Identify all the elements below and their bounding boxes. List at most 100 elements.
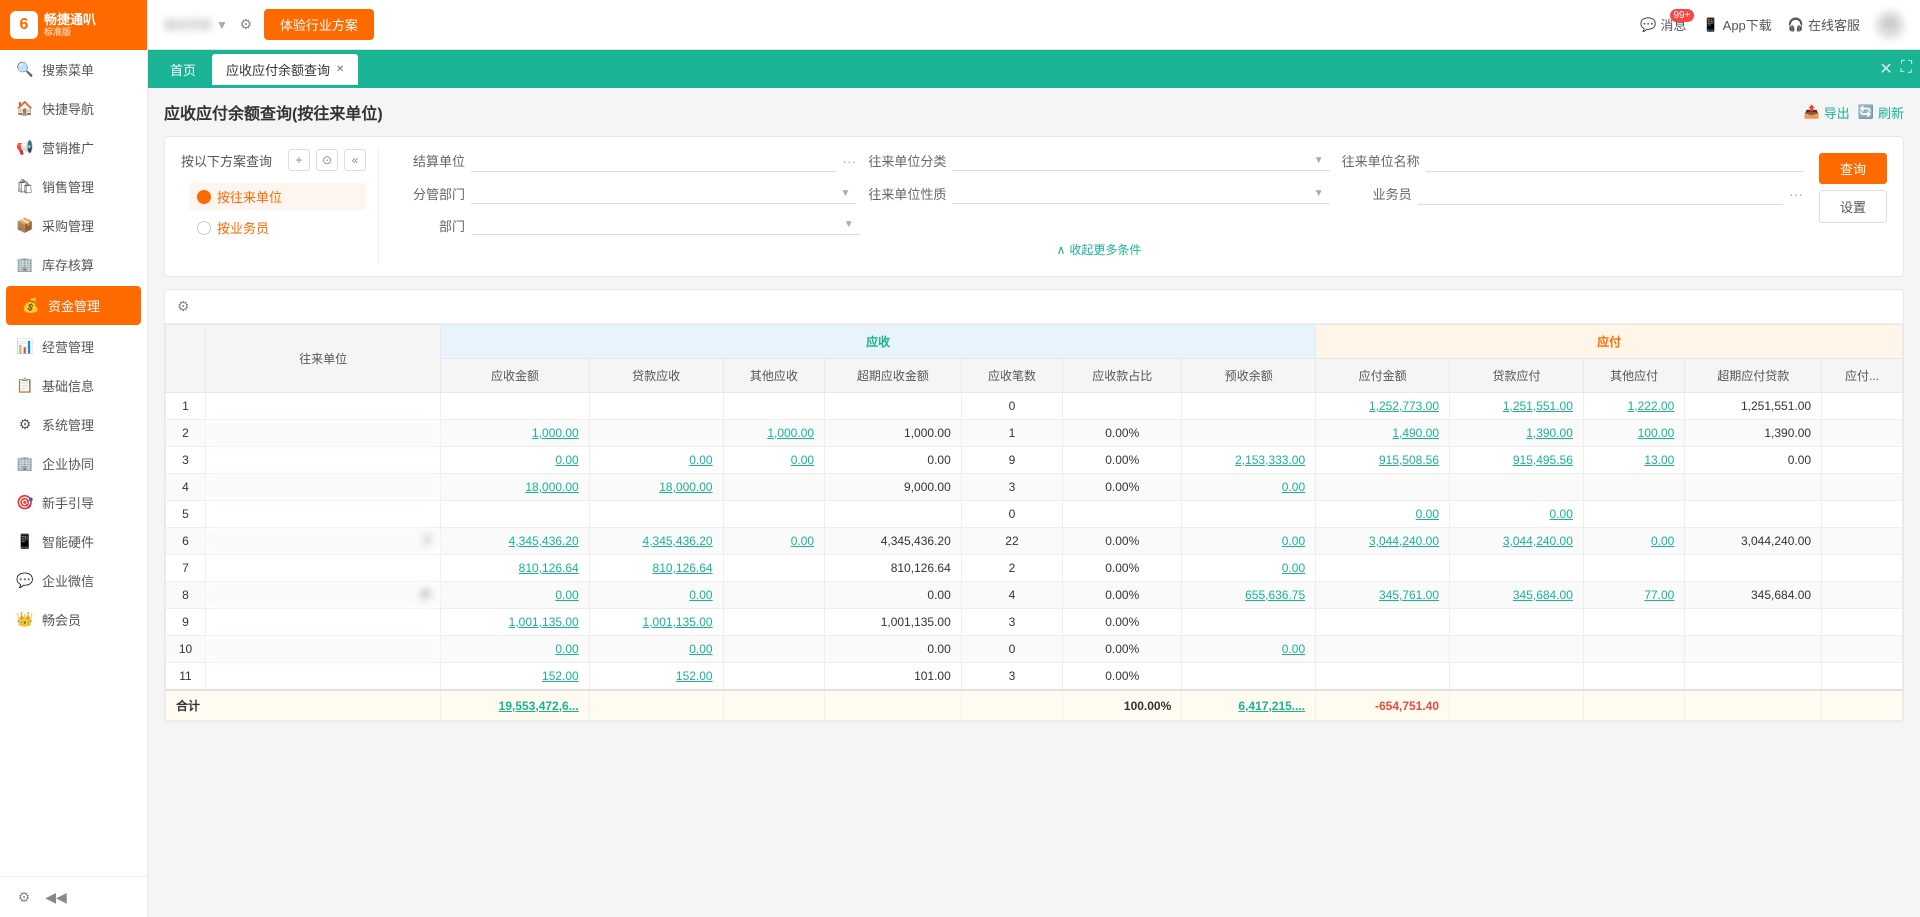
sidebar-item-sales[interactable]: 🛍 销售管理	[0, 167, 147, 206]
table-cell[interactable]: 0.00	[1182, 555, 1316, 582]
table-cell[interactable]: 13.00	[1583, 447, 1684, 474]
table-cell	[206, 393, 441, 420]
set-button[interactable]: 设置	[1819, 190, 1887, 223]
table-cell[interactable]: 77.00	[1583, 582, 1684, 609]
export-button[interactable]: 📤 导出	[1804, 103, 1850, 122]
sidebar-item-smart-hw[interactable]: 📱 智能硬件	[0, 522, 147, 561]
ar-count-header: 应收笔数	[961, 359, 1062, 393]
sidebar-item-basic-info[interactable]: 📋 基础信息	[0, 366, 147, 405]
sidebar-item-quick-nav[interactable]: 🏠 快捷导航	[0, 89, 147, 128]
partner-nature-select[interactable]: ▼	[952, 184, 1329, 204]
dept-select[interactable]: ▼	[471, 184, 856, 204]
table-cell[interactable]: 0.00	[589, 582, 723, 609]
table-cell[interactable]: 1,000.00	[441, 420, 590, 447]
refresh-button[interactable]: 🔄 刷新	[1858, 103, 1904, 122]
table-cell[interactable]: 18,000.00	[441, 474, 590, 501]
sidebar-item-inventory[interactable]: 🏢 库存核算	[0, 245, 147, 284]
table-cell[interactable]: 152.00	[589, 663, 723, 691]
table-cell[interactable]: 1,490.00	[1316, 420, 1450, 447]
table-cell[interactable]: 0.00	[1450, 501, 1584, 528]
partner-name-input[interactable]	[1426, 149, 1803, 172]
table-settings-icon[interactable]: ⚙	[177, 298, 190, 315]
total-ar-advance[interactable]: 6,417,215....	[1182, 690, 1316, 721]
tab-home[interactable]: 首页	[156, 54, 210, 85]
collapse-more-btn[interactable]: ∧ 收起更多条件	[395, 235, 1803, 264]
table-cell[interactable]: 1,222.00	[1583, 393, 1684, 420]
sidebar-item-enterprise[interactable]: 🏢 企业协同	[0, 444, 147, 483]
table-cell[interactable]: 100.00	[1583, 420, 1684, 447]
table-cell[interactable]: 345,684.00	[1450, 582, 1584, 609]
sidebar-item-guide[interactable]: 🎯 新手引导	[0, 483, 147, 522]
sidebar-item-search-menu[interactable]: 🔍 搜索菜单	[0, 50, 147, 89]
settings-plan-btn[interactable]: ⊙	[316, 149, 338, 171]
sidebar-item-wechat[interactable]: 💬 企业微信	[0, 561, 147, 600]
collapse-plan-btn[interactable]: «	[344, 149, 366, 171]
sidebar-item-system[interactable]: ⚙ 系统管理	[0, 405, 147, 444]
user-avatar[interactable]: Rit	[1876, 11, 1904, 39]
sidebar-item-purchase[interactable]: 📦 采购管理	[0, 206, 147, 245]
table-cell[interactable]: 1,001,135.00	[589, 609, 723, 636]
table-cell[interactable]: 18,000.00	[589, 474, 723, 501]
table-cell[interactable]: 655,636.75	[1182, 582, 1316, 609]
tab-close-icon[interactable]: ✕	[336, 64, 344, 75]
table-cell[interactable]: 0.00	[723, 447, 824, 474]
table-cell[interactable]: 0.00	[589, 636, 723, 663]
query-button[interactable]: 查询	[1819, 153, 1887, 184]
expand-icon[interactable]: ⛶	[1901, 59, 1912, 79]
table-cell[interactable]: 0.00	[1182, 474, 1316, 501]
page-actions: 📤 导出 🔄 刷新	[1804, 103, 1904, 122]
tab-ar-ap[interactable]: 应收应付余额查询 ✕	[212, 54, 358, 85]
sidebar-item-finance[interactable]: 💰 资金管理	[6, 286, 141, 325]
table-cell[interactable]: 0.00	[589, 447, 723, 474]
settlement-dots-icon[interactable]: ···	[842, 153, 856, 169]
table-cell[interactable]: 810,126.64	[589, 555, 723, 582]
table-cell	[1583, 636, 1684, 663]
message-btn[interactable]: 💬 消息 99+	[1640, 15, 1686, 34]
sidebar-item-member[interactable]: 👑 畅会员	[0, 600, 147, 639]
table-cell[interactable]: 4,345,436.20	[441, 528, 590, 555]
table-cell[interactable]: 1,251,551.00	[1450, 393, 1584, 420]
table-cell[interactable]: 1,390.00	[1450, 420, 1584, 447]
salesman-input[interactable]	[1418, 182, 1783, 205]
table-cell[interactable]: 1,000.00	[723, 420, 824, 447]
table-cell[interactable]: 810,126.64	[441, 555, 590, 582]
table-cell[interactable]: 1,252,773.00	[1316, 393, 1450, 420]
settlement-input[interactable]	[471, 149, 836, 172]
add-plan-btn[interactable]: +	[288, 149, 310, 171]
table-cell[interactable]: 4,345,436.20	[589, 528, 723, 555]
filter-plan-by-salesman[interactable]: 按业务员	[189, 214, 366, 241]
sidebar-item-operations[interactable]: 📊 经营管理	[0, 327, 147, 366]
table-cell[interactable]: 0.00	[1316, 501, 1450, 528]
table-cell[interactable]: 0.00	[441, 447, 590, 474]
table-cell[interactable]: 1,001,135.00	[441, 609, 590, 636]
online-service-btn[interactable]: 🎧 在线客服	[1788, 15, 1860, 34]
total-ar-amount[interactable]: 19,553,472,6...	[441, 690, 590, 721]
table-cell[interactable]: 915,508.56	[1316, 447, 1450, 474]
table-cell[interactable]: 345,761.00	[1316, 582, 1450, 609]
sub-dept-select[interactable]: ▼	[471, 215, 860, 235]
filter-plan-by-partner[interactable]: 按往来单位	[189, 183, 366, 210]
cta-button[interactable]: 体验行业方案	[264, 9, 374, 40]
topbar-dropdown[interactable]: ▼	[216, 18, 228, 32]
table-cell[interactable]: 0.00	[1182, 636, 1316, 663]
settings-footer-icon[interactable]: ⚙	[12, 885, 36, 909]
table-cell[interactable]: 0.00	[441, 636, 590, 663]
table-cell[interactable]: 3,044,240.00	[1316, 528, 1450, 555]
table-cell[interactable]: 0.00	[441, 582, 590, 609]
table-cell[interactable]: 3,044,240.00	[1450, 528, 1584, 555]
partner-class-select[interactable]: ▼	[952, 151, 1329, 171]
sidebar-item-marketing[interactable]: 📢 营销推广	[0, 128, 147, 167]
table-cell[interactable]: 0.00	[723, 528, 824, 555]
table-cell[interactable]: 915,495.56	[1450, 447, 1584, 474]
table-cell[interactable]: 2,153,333.00	[1182, 447, 1316, 474]
table-cell[interactable]: 0.00	[1583, 528, 1684, 555]
app-download-btn[interactable]: 📱 App下载	[1702, 15, 1771, 34]
topbar-gear-btn[interactable]: ⚙	[232, 11, 260, 39]
table-cell: P	[206, 582, 441, 609]
table-cell[interactable]: 152.00	[441, 663, 590, 691]
salesman-dots-icon[interactable]: ···	[1789, 186, 1803, 202]
collapse-sidebar-icon[interactable]: ◀◀	[44, 885, 68, 909]
close-tab-icon[interactable]: ✕	[1879, 59, 1892, 79]
table-cell	[1822, 528, 1903, 555]
table-cell[interactable]: 0.00	[1182, 528, 1316, 555]
